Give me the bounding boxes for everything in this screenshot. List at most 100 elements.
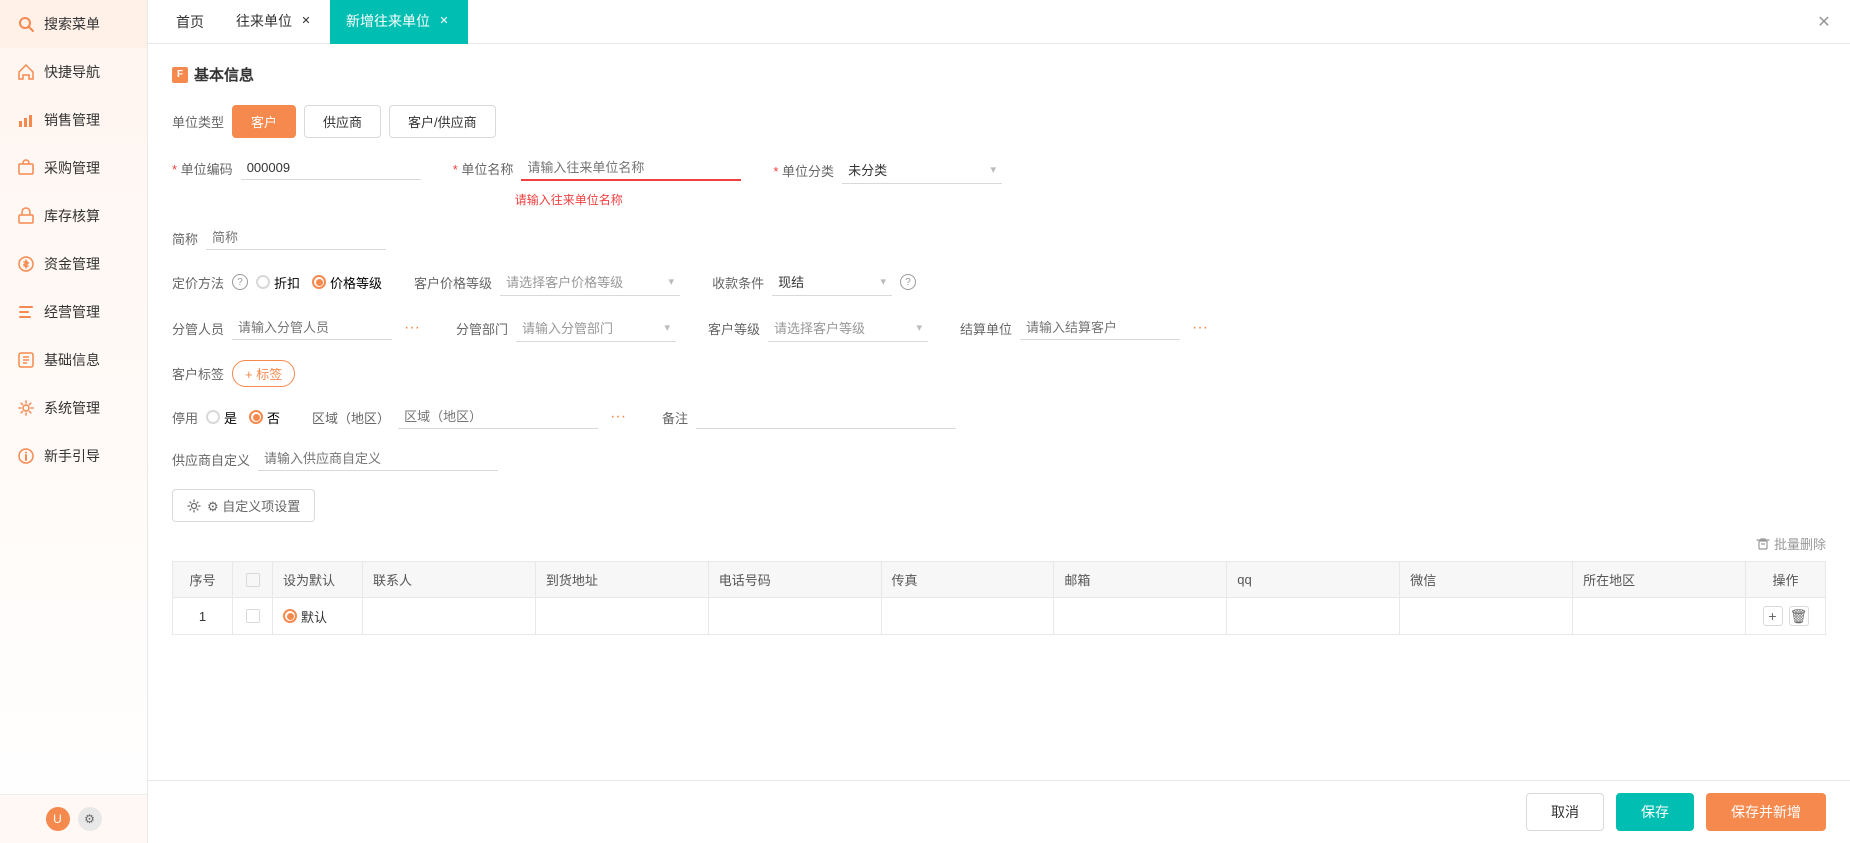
unit-category-select[interactable]: 未分类 ▾ [842, 156, 1002, 184]
row-contact-cell[interactable] [363, 598, 536, 635]
pricing-level-option[interactable]: 价格等级 [312, 273, 382, 292]
row-default-radio-item[interactable]: 默认 [283, 607, 352, 626]
sidebar-item-finance[interactable]: 资金管理 [0, 240, 147, 288]
tab-home[interactable]: 首页 [160, 0, 220, 44]
row-phone-cell[interactable] [708, 598, 881, 635]
row-add-btn[interactable]: + [1763, 606, 1783, 626]
unit-type-customer-btn[interactable]: 客户 [232, 105, 296, 138]
unit-code-input[interactable] [241, 156, 421, 180]
pricing-level-label: 价格等级 [330, 273, 382, 292]
row-email-input[interactable] [1064, 609, 1216, 624]
finance-icon [16, 254, 36, 274]
sidebar-item-operations[interactable]: 经营管理 [0, 288, 147, 336]
pricing-level-radio [312, 275, 326, 289]
area-dots-btn[interactable]: ··· [606, 408, 630, 426]
sidebar-item-basic-info[interactable]: 基础信息 [0, 336, 147, 384]
table-row: 1 默认 [173, 598, 1826, 635]
payment-terms-help-icon[interactable]: ? [900, 274, 916, 290]
sidebar-user-icon[interactable]: U [46, 807, 70, 831]
col-default-header: 设为默认 [273, 562, 363, 598]
sidebar-item-purchase[interactable]: 采购管理 [0, 144, 147, 192]
short-name-field: 简称 [172, 226, 386, 250]
col-check-header [233, 562, 273, 598]
disabled-yes-option[interactable]: 是 [206, 408, 237, 427]
unit-name-input[interactable] [521, 156, 741, 181]
settlement-unit-input[interactable] [1020, 316, 1180, 340]
sidebar-settings-icon[interactable]: ⚙ [78, 807, 102, 831]
save-button[interactable]: 保存 [1616, 793, 1694, 831]
pricing-help-icon[interactable]: ? [232, 274, 248, 290]
supplier-custom-label: 供应商自定义 [172, 450, 250, 469]
row-wechat-input[interactable] [1410, 609, 1562, 624]
row-delete-btn[interactable]: 🗑 [1789, 606, 1809, 626]
unit-type-both-btn[interactable]: 客户/供应商 [389, 105, 496, 138]
supplier-custom-row: 供应商自定义 [172, 447, 1826, 471]
col-num-header: 序号 [173, 562, 233, 598]
row-fax-cell[interactable] [881, 598, 1054, 635]
disabled-field: 停用 是 否 [172, 408, 280, 427]
row-qq-input[interactable] [1237, 609, 1389, 624]
customer-level-chevron: ▾ [917, 321, 923, 334]
sidebar-item-guide[interactable]: 新手引导 [0, 432, 147, 480]
sidebar-item-sales[interactable]: 销售管理 [0, 96, 147, 144]
row-address-input[interactable] [546, 609, 698, 624]
section-icon: F [172, 67, 188, 83]
tab-new-counterparty[interactable]: 新增往来单位 ✕ [330, 0, 468, 44]
payment-terms-select[interactable]: 现结 ▾ [772, 268, 892, 296]
table-body: 1 默认 [173, 598, 1826, 635]
sidebar-item-search[interactable]: 搜索菜单 [0, 0, 147, 48]
manager-row: 分管人员 ··· 分管部门 请输入分管部门 ▾ 客户等级 请选择客户等级 ▾ 结… [172, 314, 1826, 342]
row-contact-input[interactable] [373, 609, 525, 624]
row-address-cell[interactable] [535, 598, 708, 635]
customer-price-level-select[interactable]: 请选择客户价格等级 ▾ [500, 268, 680, 296]
row-region-cell[interactable] [1573, 598, 1746, 635]
disabled-no-option[interactable]: 否 [249, 408, 280, 427]
area-label: 区域（地区） [312, 408, 390, 427]
row-phone-input[interactable] [719, 609, 871, 624]
unit-category-chevron: ▾ [991, 163, 997, 176]
supplier-custom-field: 供应商自定义 [172, 447, 498, 471]
row-checkbox[interactable] [246, 609, 260, 623]
short-name-input[interactable] [206, 226, 386, 250]
batch-delete-btn[interactable]: 批量删除 [172, 534, 1826, 553]
row-fax-input[interactable] [892, 609, 1044, 624]
sidebar-item-operations-label: 经营管理 [44, 302, 100, 322]
add-tag-btn[interactable]: + 标签 [232, 360, 295, 387]
form-content: F 基本信息 单位类型 客户 供应商 客户/供应商 单位编码 单位名称 [148, 44, 1850, 780]
row-email-cell[interactable] [1054, 598, 1227, 635]
sidebar-item-inventory-label: 库存核算 [44, 206, 100, 226]
manager-input[interactable] [232, 316, 392, 340]
tab-counterparty[interactable]: 往来单位 ✕ [220, 0, 330, 44]
supplier-custom-input[interactable] [258, 447, 498, 471]
manager-dots-btn[interactable]: ··· [400, 319, 424, 337]
sidebar-item-system[interactable]: 系统管理 [0, 384, 147, 432]
sidebar-item-quick-nav[interactable]: 快捷导航 [0, 48, 147, 96]
sidebar: 搜索菜单 快捷导航 销售管理 采购管理 [0, 0, 148, 843]
row-qq-cell[interactable] [1227, 598, 1400, 635]
select-all-checkbox[interactable] [246, 573, 260, 587]
tab-new-counterparty-close[interactable]: ✕ [436, 13, 452, 29]
tab-counterparty-close[interactable]: ✕ [298, 13, 314, 29]
settlement-unit-dots-btn[interactable]: ··· [1188, 319, 1212, 337]
custom-settings-btn[interactable]: ⚙ 自定义项设置 [172, 489, 315, 522]
row-wechat-cell[interactable] [1400, 598, 1573, 635]
area-field: 区域（地区） ··· [312, 405, 630, 429]
unit-type-supplier-btn[interactable]: 供应商 [304, 105, 381, 138]
area-input[interactable] [398, 405, 598, 429]
col-ops-header: 操作 [1746, 562, 1826, 598]
save-and-add-button[interactable]: 保存并新增 [1706, 793, 1826, 831]
unit-name-field: 单位名称 请输入往来单位名称 [453, 156, 742, 208]
remark-label: 备注 [662, 408, 688, 427]
unit-name-label: 单位名称 [453, 159, 514, 178]
cancel-button[interactable]: 取消 [1526, 793, 1604, 831]
tags-field: 客户标签 + 标签 [172, 360, 295, 387]
customer-level-select[interactable]: 请选择客户等级 ▾ [768, 314, 928, 342]
remark-input[interactable] [696, 405, 956, 429]
row-region-input[interactable] [1583, 609, 1735, 624]
department-select[interactable]: 请输入分管部门 ▾ [516, 314, 676, 342]
sidebar-item-inventory[interactable]: 库存核算 [0, 192, 147, 240]
tab-bar-close-all[interactable]: ✕ [1810, 8, 1838, 36]
unit-info-row: 单位编码 单位名称 请输入往来单位名称 单位分类 未分类 ▾ [172, 156, 1826, 208]
pricing-discount-option[interactable]: 折扣 [256, 273, 300, 292]
inventory-icon [16, 206, 36, 226]
